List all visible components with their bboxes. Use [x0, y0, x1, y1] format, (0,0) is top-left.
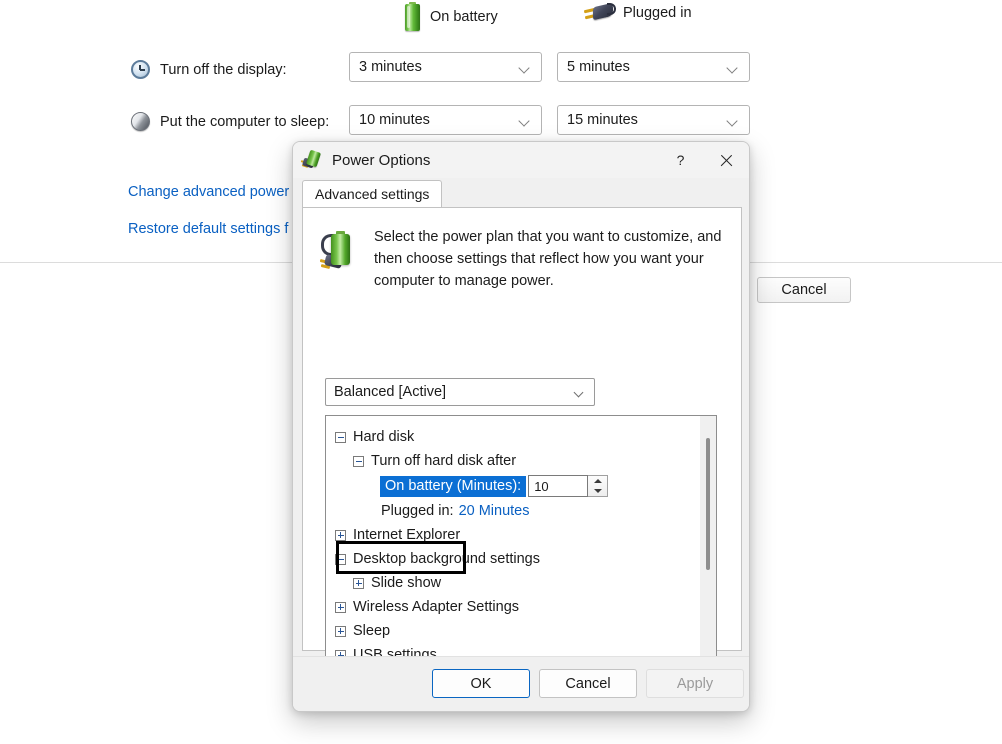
column-header-plugged-in-label: Plugged in [623, 5, 692, 21]
battery-icon [404, 2, 421, 32]
display-on-battery-dropdown[interactable]: 3 minutes [349, 52, 542, 82]
turn-off-display-label: Turn off the display: [160, 61, 287, 78]
sleep-plugged-in-dropdown[interactable]: 15 minutes [557, 105, 750, 135]
tree-scrollbar-thumb[interactable] [706, 438, 710, 570]
chevron-down-icon [573, 386, 586, 399]
close-button[interactable] [703, 142, 749, 178]
help-button[interactable]: ? [658, 142, 703, 178]
column-header-on-battery: On battery [404, 2, 498, 32]
expand-plus-icon[interactable] [353, 577, 364, 589]
plug-icon [583, 2, 616, 24]
tree-item-turn-off-hard-disk-after[interactable]: Turn off hard disk after [335, 449, 700, 473]
intro-block: Select the power plan that you want to c… [303, 208, 741, 292]
tree-item-sleep[interactable]: Sleep [335, 619, 700, 643]
setting-row-sleep: Put the computer to sleep: [130, 111, 329, 132]
chevron-down-icon [518, 114, 531, 127]
stepper-buttons[interactable] [588, 475, 609, 497]
tree-item-label: Hard disk [353, 429, 415, 445]
column-header-plugged-in: Plugged in [583, 2, 692, 24]
power-plan-dropdown[interactable]: Balanced [Active] [325, 378, 595, 406]
chevron-down-icon [518, 61, 531, 74]
dialog-footer: OK Cancel Apply [293, 656, 749, 711]
tree-item-label: Turn off hard disk after [371, 453, 517, 469]
expand-plus-icon[interactable] [335, 529, 346, 541]
chevron-down-icon [726, 114, 739, 127]
expand-plus-icon[interactable] [335, 601, 346, 613]
tab-advanced-settings[interactable]: Advanced settings [302, 180, 443, 207]
plugged-in-label: Plugged in: [381, 503, 454, 519]
intro-text: Select the power plan that you want to c… [374, 229, 722, 289]
close-icon [720, 154, 733, 167]
sleep-moon-icon [130, 111, 151, 132]
advanced-settings-panel: Select the power plan that you want to c… [302, 207, 742, 711]
tree-item-label: Slide show [371, 575, 442, 591]
collapse-minus-icon[interactable] [335, 431, 346, 443]
power-plan-icon [319, 228, 360, 272]
tree-item-plugged-in[interactable]: Plugged in: 20 Minutes [335, 499, 700, 523]
power-plan-icon [300, 149, 323, 170]
power-plan-value: Balanced [Active] [334, 384, 447, 400]
tree-scrollbar[interactable] [700, 416, 716, 677]
display-on-battery-value: 3 minutes [359, 59, 422, 75]
clock-icon [130, 59, 151, 80]
expand-plus-icon[interactable] [335, 625, 346, 637]
put-computer-to-sleep-label: Put the computer to sleep: [160, 113, 330, 130]
stepper-down-icon[interactable] [588, 486, 607, 496]
dialog-window-buttons: ? [658, 142, 749, 178]
tree-item-slide-show[interactable]: Slide show [335, 571, 700, 595]
on-battery-minutes-label: On battery (Minutes): [380, 475, 527, 497]
plugged-in-value[interactable]: 20 Minutes [459, 503, 530, 519]
setting-row-turn-off-display: Turn off the display: [130, 59, 287, 80]
dialog-titlebar[interactable]: Power Options ? [293, 142, 749, 178]
sleep-plugged-in-value: 15 minutes [567, 112, 638, 128]
display-plugged-in-dropdown[interactable]: 5 minutes [557, 52, 750, 82]
collapse-minus-icon[interactable] [353, 455, 364, 467]
ok-button[interactable]: OK [432, 669, 530, 698]
apply-button: Apply [646, 669, 744, 698]
display-plugged-in-value: 5 minutes [567, 59, 630, 75]
sleep-on-battery-value: 10 minutes [359, 112, 430, 128]
cancel-button[interactable]: Cancel [539, 669, 637, 698]
tree-item-wireless-adapter-settings[interactable]: Wireless Adapter Settings [335, 595, 700, 619]
column-header-on-battery-label: On battery [430, 9, 498, 25]
tree-item-label: Wireless Adapter Settings [353, 599, 520, 615]
annotation-highlight-slide-show [336, 541, 466, 574]
power-options-dialog: Power Options ? Advanced settings Select… [292, 141, 750, 712]
page-cancel-button[interactable]: Cancel [757, 277, 851, 303]
stepper-up-icon[interactable] [588, 476, 607, 486]
link-restore-default-settings[interactable]: Restore default settings f [128, 221, 288, 237]
tree-item-hard-disk[interactable]: Hard disk [335, 425, 700, 449]
sleep-on-battery-dropdown[interactable]: 10 minutes [349, 105, 542, 135]
link-change-advanced-power-settings[interactable]: Change advanced power [128, 184, 289, 200]
tree-item-label: Sleep [353, 623, 391, 639]
tree-item-on-battery-minutes[interactable]: On battery (Minutes): 10 [335, 473, 700, 499]
dialog-title: Power Options [332, 151, 431, 169]
on-battery-minutes-input[interactable]: 10 [528, 475, 589, 497]
dialog-tabstrip: Advanced settings [293, 180, 749, 207]
on-battery-minutes-stepper[interactable]: 10 [528, 475, 609, 497]
chevron-down-icon [726, 61, 739, 74]
